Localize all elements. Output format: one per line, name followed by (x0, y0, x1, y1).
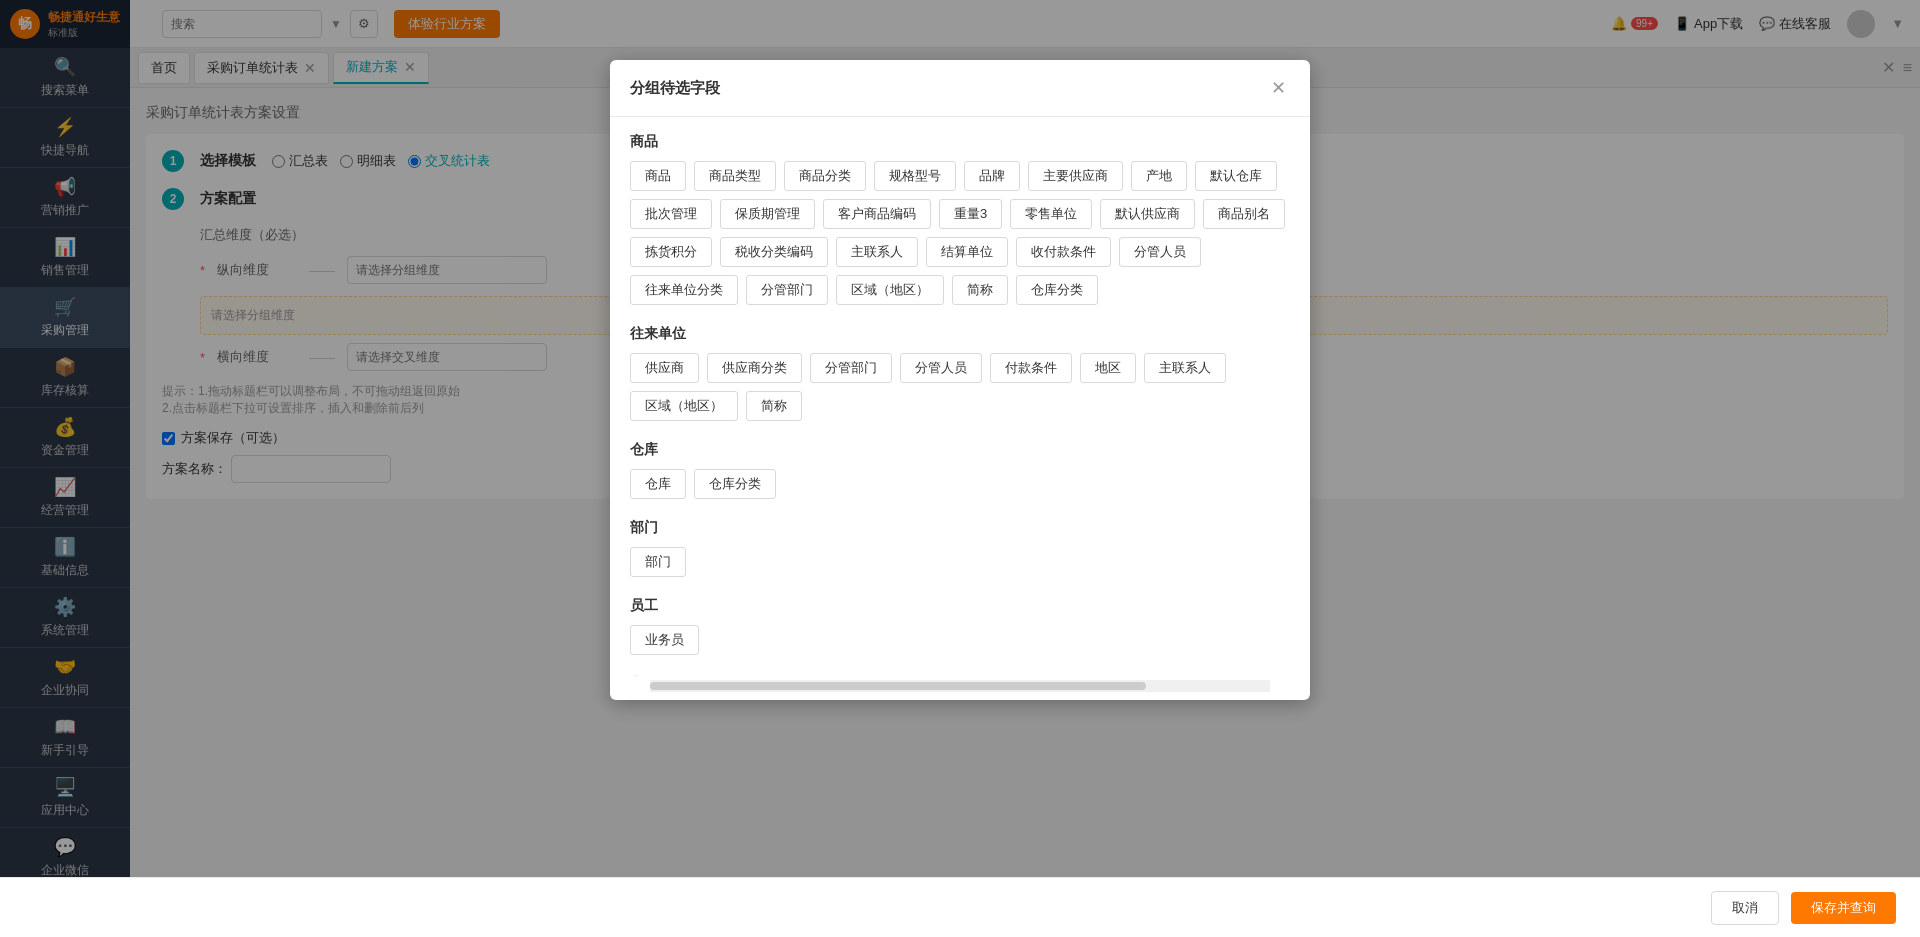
field-tag-0-2[interactable]: 商品分类 (784, 161, 866, 191)
field-tag-0-10[interactable]: 客户商品编码 (823, 199, 931, 229)
field-tag-2-0[interactable]: 仓库 (630, 469, 686, 499)
field-tag-3-0[interactable]: 部门 (630, 547, 686, 577)
field-tag-0-15[interactable]: 拣货积分 (630, 237, 712, 267)
modal-body: 商品商品商品类型商品分类规格型号品牌主要供应商产地默认仓库批次管理保质期管理客户… (610, 117, 1310, 676)
field-tag-1-1[interactable]: 供应商分类 (707, 353, 802, 383)
field-section-1: 往来单位供应商供应商分类分管部门分管人员付款条件地区主联系人区域（地区） 简称 (630, 325, 1290, 421)
field-section-title-1: 往来单位 (630, 325, 1290, 343)
field-tag-0-9[interactable]: 保质期管理 (720, 199, 815, 229)
field-tag-4-0[interactable]: 业务员 (630, 625, 699, 655)
field-tag-0-5[interactable]: 主要供应商 (1028, 161, 1123, 191)
modal-header: 分组待选字段 ✕ (610, 60, 1310, 117)
field-section-title-0: 商品 (630, 133, 1290, 151)
field-tag-1-7[interactable]: 区域（地区） (630, 391, 738, 421)
field-tag-0-19[interactable]: 收付款条件 (1016, 237, 1111, 267)
field-section-title-2: 仓库 (630, 441, 1290, 459)
field-tag-0-20[interactable]: 分管人员 (1119, 237, 1201, 267)
field-section-title-3: 部门 (630, 519, 1290, 537)
field-tag-1-3[interactable]: 分管人员 (900, 353, 982, 383)
field-tag-0-12[interactable]: 零售单位 (1010, 199, 1092, 229)
field-tag-0-3[interactable]: 规格型号 (874, 161, 956, 191)
field-tag-0-18[interactable]: 结算单位 (926, 237, 1008, 267)
horizontal-scrollbar[interactable] (650, 680, 1270, 692)
scrollbar-thumb (650, 682, 1146, 690)
field-tag-0-16[interactable]: 税收分类编码 (720, 237, 828, 267)
field-tags-0: 商品商品类型商品分类规格型号品牌主要供应商产地默认仓库批次管理保质期管理客户商品… (630, 161, 1290, 305)
field-section-3: 部门部门 (630, 519, 1290, 577)
field-tag-1-6[interactable]: 主联系人 (1144, 353, 1226, 383)
field-tag-0-23[interactable]: 区域（地区） (836, 275, 944, 305)
field-tag-1-0[interactable]: 供应商 (630, 353, 699, 383)
field-tag-0-4[interactable]: 品牌 (964, 161, 1020, 191)
field-tag-1-8[interactable]: 简称 (746, 391, 802, 421)
field-tag-2-1[interactable]: 仓库分类 (694, 469, 776, 499)
field-section-title-4: 员工 (630, 597, 1290, 615)
field-tag-0-17[interactable]: 主联系人 (836, 237, 918, 267)
field-tags-4: 业务员 (630, 625, 1290, 655)
field-section-4: 员工业务员 (630, 597, 1290, 655)
field-select-modal: 分组待选字段 ✕ 商品商品商品类型商品分类规格型号品牌主要供应商产地默认仓库批次… (610, 60, 1310, 700)
field-tags-2: 仓库仓库分类 (630, 469, 1290, 499)
confirm-button[interactable]: 保存并查询 (1791, 892, 1896, 924)
field-tag-1-5[interactable]: 地区 (1080, 353, 1136, 383)
field-tag-0-25[interactable]: 仓库分类 (1016, 275, 1098, 305)
field-tag-0-13[interactable]: 默认供应商 (1100, 199, 1195, 229)
modal-close-button[interactable]: ✕ (1266, 76, 1290, 100)
field-tag-1-2[interactable]: 分管部门 (810, 353, 892, 383)
field-tag-0-22[interactable]: 分管部门 (746, 275, 828, 305)
modal-title: 分组待选字段 (630, 79, 720, 98)
modal-backdrop: 分组待选字段 ✕ 商品商品商品类型商品分类规格型号品牌主要供应商产地默认仓库批次… (0, 0, 1920, 937)
field-tag-0-21[interactable]: 往来单位分类 (630, 275, 738, 305)
field-tag-0-24[interactable]: 简称 (952, 275, 1008, 305)
field-section-0: 商品商品商品类型商品分类规格型号品牌主要供应商产地默认仓库批次管理保质期管理客户… (630, 133, 1290, 305)
cancel-button[interactable]: 取消 (1711, 891, 1779, 925)
field-tag-0-14[interactable]: 商品别名 (1203, 199, 1285, 229)
field-tag-0-1[interactable]: 商品类型 (694, 161, 776, 191)
field-tags-3: 部门 (630, 547, 1290, 577)
field-tag-0-7[interactable]: 默认仓库 (1195, 161, 1277, 191)
field-tags-1: 供应商供应商分类分管部门分管人员付款条件地区主联系人区域（地区） 简称 (630, 353, 1290, 421)
modal-footer: 取消 保存并查询 (0, 877, 1920, 937)
field-tag-0-6[interactable]: 产地 (1131, 161, 1187, 191)
modal-scrollbar-area (610, 676, 1310, 700)
field-tag-0-11[interactable]: 重量3 (939, 199, 1002, 229)
field-section-2: 仓库仓库仓库分类 (630, 441, 1290, 499)
field-tag-1-4[interactable]: 付款条件 (990, 353, 1072, 383)
field-tag-0-8[interactable]: 批次管理 (630, 199, 712, 229)
field-tag-0-0[interactable]: 商品 (630, 161, 686, 191)
